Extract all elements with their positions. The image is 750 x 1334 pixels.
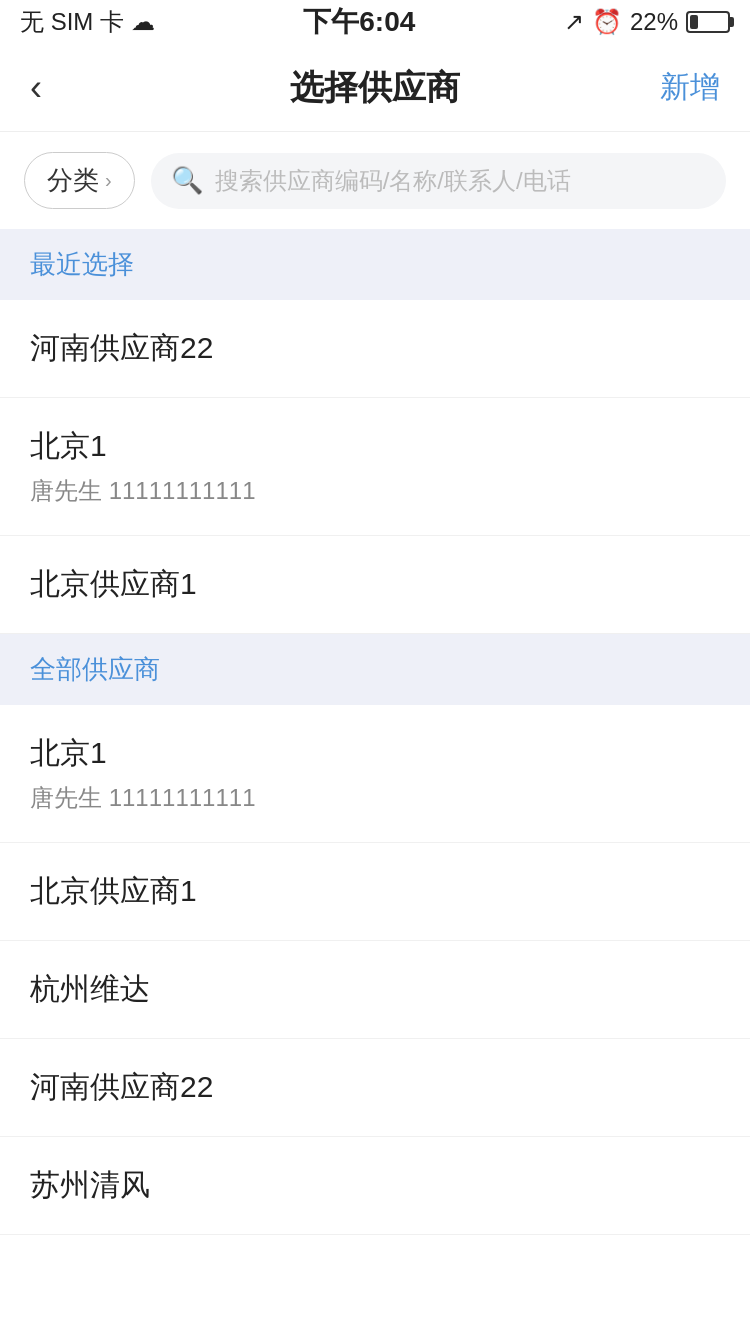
sim-status: 无 SIM 卡 ☁: [20, 6, 155, 38]
list-item-r2[interactable]: 北京1 唐先生 11111111111: [0, 398, 750, 536]
list-item-a4[interactable]: 河南供应商22: [0, 1039, 750, 1137]
search-input-wrap[interactable]: 🔍 搜索供应商编码/名称/联系人/电话: [151, 153, 726, 209]
search-bar: 分类 › 🔍 搜索供应商编码/名称/联系人/电话: [0, 132, 750, 229]
section-header-all: 全部供应商: [0, 634, 750, 705]
list-item-a1[interactable]: 北京1 唐先生 11111111111: [0, 705, 750, 843]
status-left: 无 SIM 卡 ☁: [20, 6, 155, 38]
list-item-title: 北京供应商1: [30, 871, 720, 912]
list-item-sub: 唐先生 11111111111: [30, 475, 720, 507]
category-button[interactable]: 分类 ›: [24, 152, 135, 209]
list-item-title: 杭州维达: [30, 969, 720, 1010]
list-item-title: 北京1: [30, 733, 720, 774]
alarm-icon: ⏰: [592, 8, 622, 36]
section-header-recent: 最近选择: [0, 229, 750, 300]
list-item-title: 北京供应商1: [30, 564, 720, 605]
list-item-a3[interactable]: 杭州维达: [0, 941, 750, 1039]
list-item-a2[interactable]: 北京供应商1: [0, 843, 750, 941]
status-bar: 无 SIM 卡 ☁ 下午6:04 ↗ ⏰ 22%: [0, 0, 750, 44]
category-arrow-icon: ›: [105, 169, 112, 192]
back-button[interactable]: ‹: [30, 67, 90, 109]
list-item-sub: 唐先生 11111111111: [30, 782, 720, 814]
battery-percent: 22%: [630, 8, 678, 36]
page-title: 选择供应商: [290, 65, 460, 111]
search-placeholder: 搜索供应商编码/名称/联系人/电话: [215, 165, 571, 197]
nav-bar: ‹ 选择供应商 新增: [0, 44, 750, 132]
list-item-r3[interactable]: 北京供应商1: [0, 536, 750, 634]
list-item-r1[interactable]: 河南供应商22: [0, 300, 750, 398]
search-icon: 🔍: [171, 165, 203, 196]
status-right: ↗ ⏰ 22%: [564, 8, 730, 36]
list-item-a5[interactable]: 苏州清风: [0, 1137, 750, 1235]
list-item-title: 河南供应商22: [30, 328, 720, 369]
sections-container: 最近选择河南供应商22 北京1 唐先生 11111111111 北京供应商1 全部供应商…: [0, 229, 750, 1235]
status-time: 下午6:04: [303, 3, 415, 41]
category-label: 分类: [47, 163, 99, 198]
list-item-title: 北京1: [30, 426, 720, 467]
list-item-title: 河南供应商22: [30, 1067, 720, 1108]
battery-icon: [686, 11, 730, 33]
list-item-title: 苏州清风: [30, 1165, 720, 1206]
add-button[interactable]: 新增: [660, 67, 720, 108]
location-icon: ↗: [564, 8, 584, 36]
